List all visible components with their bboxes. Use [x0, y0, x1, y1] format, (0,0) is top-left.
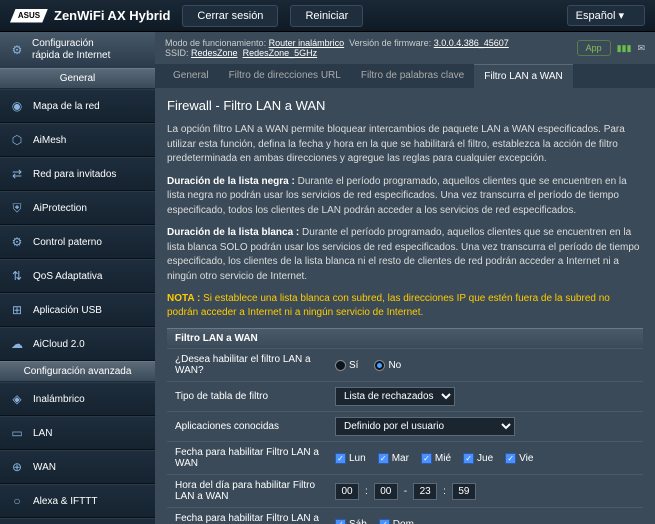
known-apps-label: Aplicaciones conocidas [175, 421, 335, 432]
nav-item-qos-adaptativa[interactable]: ⇅ QoS Adaptativa [0, 259, 155, 293]
day-checkbox[interactable]: ✓Lun [335, 453, 366, 464]
nav-label: Control paterno [33, 237, 102, 248]
brand-logo: ASUS [10, 9, 48, 23]
time1-label: Hora del día para habilitar Filtro LAN a… [175, 480, 335, 502]
reboot-button[interactable]: Reiniciar [290, 5, 363, 27]
description-1: La opción filtro LAN a WAN permite bloqu… [167, 123, 643, 167]
nav-label: WAN [33, 462, 56, 473]
time-input[interactable] [335, 483, 359, 500]
panel-header-filter: Filtro LAN a WAN [167, 328, 643, 348]
nav-icon: ▭ [8, 424, 26, 442]
day-checkbox[interactable]: ✓Mié [421, 453, 451, 464]
nav-item-lan[interactable]: ▭ LAN [0, 416, 155, 450]
nav-label: Aplicación USB [33, 305, 102, 316]
nav-item-wan[interactable]: ⊕ WAN [0, 450, 155, 484]
ssid-link-1[interactable]: RedesZone [191, 48, 238, 58]
nav-label: AiProtection [33, 203, 87, 214]
nav-icon: ◈ [8, 390, 26, 408]
firmware-link[interactable]: 3.0.0.4.386_45607 [434, 38, 509, 48]
known-apps-select[interactable]: Definido por el usuario [335, 417, 515, 436]
nav-item-aicloud-2-0[interactable]: ☁ AiCloud 2.0 [0, 327, 155, 361]
nav-item-mapa-de-la-red[interactable]: ◉ Mapa de la red [0, 89, 155, 123]
nav-icon: ○ [8, 492, 26, 510]
date2-label: Fecha para habilitar Filtro LAN a WAN [175, 513, 335, 524]
time-input[interactable] [374, 483, 398, 500]
topbar: ASUS ZenWiFi AX Hybrid Cerrar sesión Rei… [0, 0, 655, 32]
description-3: Duración de la lista blanca : Durante el… [167, 226, 643, 284]
nav-label: Mapa de la red [33, 101, 100, 112]
section-advanced: Configuración avanzada [0, 361, 155, 382]
mail-icon[interactable]: ✉ [637, 43, 645, 54]
mode-link[interactable]: Router inalámbrico [269, 38, 345, 48]
brand: ASUS ZenWiFi AX Hybrid [10, 8, 170, 23]
nav-icon: ◉ [8, 97, 26, 115]
nav-icon: ⇅ [8, 267, 26, 285]
tab[interactable]: Filtro de direcciones URL [219, 64, 351, 88]
main-content: Modo de funcionamiento: Router inalámbri… [155, 32, 655, 524]
nav-icon: ⊕ [8, 458, 26, 476]
day-checkbox[interactable]: ✓Dom [379, 519, 414, 524]
time-input[interactable] [413, 483, 437, 500]
nav-icon: ⬡ [8, 131, 26, 149]
nav-icon: ⊞ [8, 301, 26, 319]
table-type-select[interactable]: Lista de rechazados [335, 387, 455, 406]
nav-icon: ⛨ [8, 199, 26, 217]
time-input[interactable] [452, 483, 476, 500]
day-checkbox[interactable]: ✓Sáb [335, 519, 367, 524]
table-type-label: Tipo de tabla de filtro [175, 391, 335, 402]
app-badge[interactable]: App [577, 40, 611, 56]
radio-no[interactable]: No [374, 360, 401, 371]
day-checkbox[interactable]: ✓Mar [378, 453, 409, 464]
signal-icon: ▮▮▮ [617, 43, 632, 54]
nav-icon: ☁ [8, 335, 26, 353]
sidebar: ⚙ Configuraciónrápida de Internet Genera… [0, 32, 155, 524]
nav-label: QoS Adaptativa [33, 271, 103, 282]
nav-item-ipv6[interactable]: ▦IPv6 [0, 518, 155, 524]
nav-item-aiprotection[interactable]: ⛨ AiProtection [0, 191, 155, 225]
logout-button[interactable]: Cerrar sesión [182, 5, 278, 27]
quick-setup-button[interactable]: ⚙ Configuraciónrápida de Internet [0, 32, 155, 68]
meta-bar: Modo de funcionamiento: Router inalámbri… [155, 32, 655, 64]
date1-label: Fecha para habilitar Filtro LAN a WAN [175, 447, 335, 469]
gear-icon: ⚙ [8, 41, 26, 59]
tab[interactable]: General [163, 64, 219, 88]
nav-label: Inalámbrico [33, 394, 85, 405]
nav-label: Alexa & IFTTT [33, 496, 97, 507]
nav-icon: ⚙ [8, 233, 26, 251]
ssid-link-2[interactable]: RedesZone_5GHz [243, 48, 318, 58]
day-checkbox[interactable]: ✓Vie [505, 453, 533, 464]
note-text: NOTA : Si establece una lista blanca con… [167, 292, 643, 320]
radio-yes[interactable]: Sí [335, 360, 358, 371]
nav-label: Red para invitados [33, 169, 116, 180]
nav-label: AiMesh [33, 135, 66, 146]
day-checkbox[interactable]: ✓Jue [463, 453, 493, 464]
language-select[interactable]: Español ▾ [567, 5, 645, 26]
nav-item-control-paterno[interactable]: ⚙ Control paterno [0, 225, 155, 259]
nav-item-alexa-ifttt[interactable]: ○ Alexa & IFTTT [0, 484, 155, 518]
nav-icon: ⇄ [8, 165, 26, 183]
model-name: ZenWiFi AX Hybrid [54, 8, 170, 23]
nav-item-inal-mbrico[interactable]: ◈ Inalámbrico [0, 382, 155, 416]
tab[interactable]: Filtro de palabras clave [351, 64, 474, 88]
description-2: Duración de la lista negra : Durante el … [167, 175, 643, 219]
enable-label: ¿Desea habilitar el filtro LAN a WAN? [175, 354, 335, 376]
nav-label: LAN [33, 428, 52, 439]
page-title: Firewall - Filtro LAN a WAN [167, 98, 643, 113]
nav-item-aplicaci-n-usb[interactable]: ⊞ Aplicación USB [0, 293, 155, 327]
section-general: General [0, 68, 155, 89]
tab[interactable]: Filtro LAN a WAN [474, 64, 573, 88]
nav-item-red-para-invitados[interactable]: ⇄ Red para invitados [0, 157, 155, 191]
nav-item-aimesh[interactable]: ⬡ AiMesh [0, 123, 155, 157]
tabs: GeneralFiltro de direcciones URLFiltro d… [155, 64, 655, 88]
nav-label: AiCloud 2.0 [33, 339, 85, 350]
